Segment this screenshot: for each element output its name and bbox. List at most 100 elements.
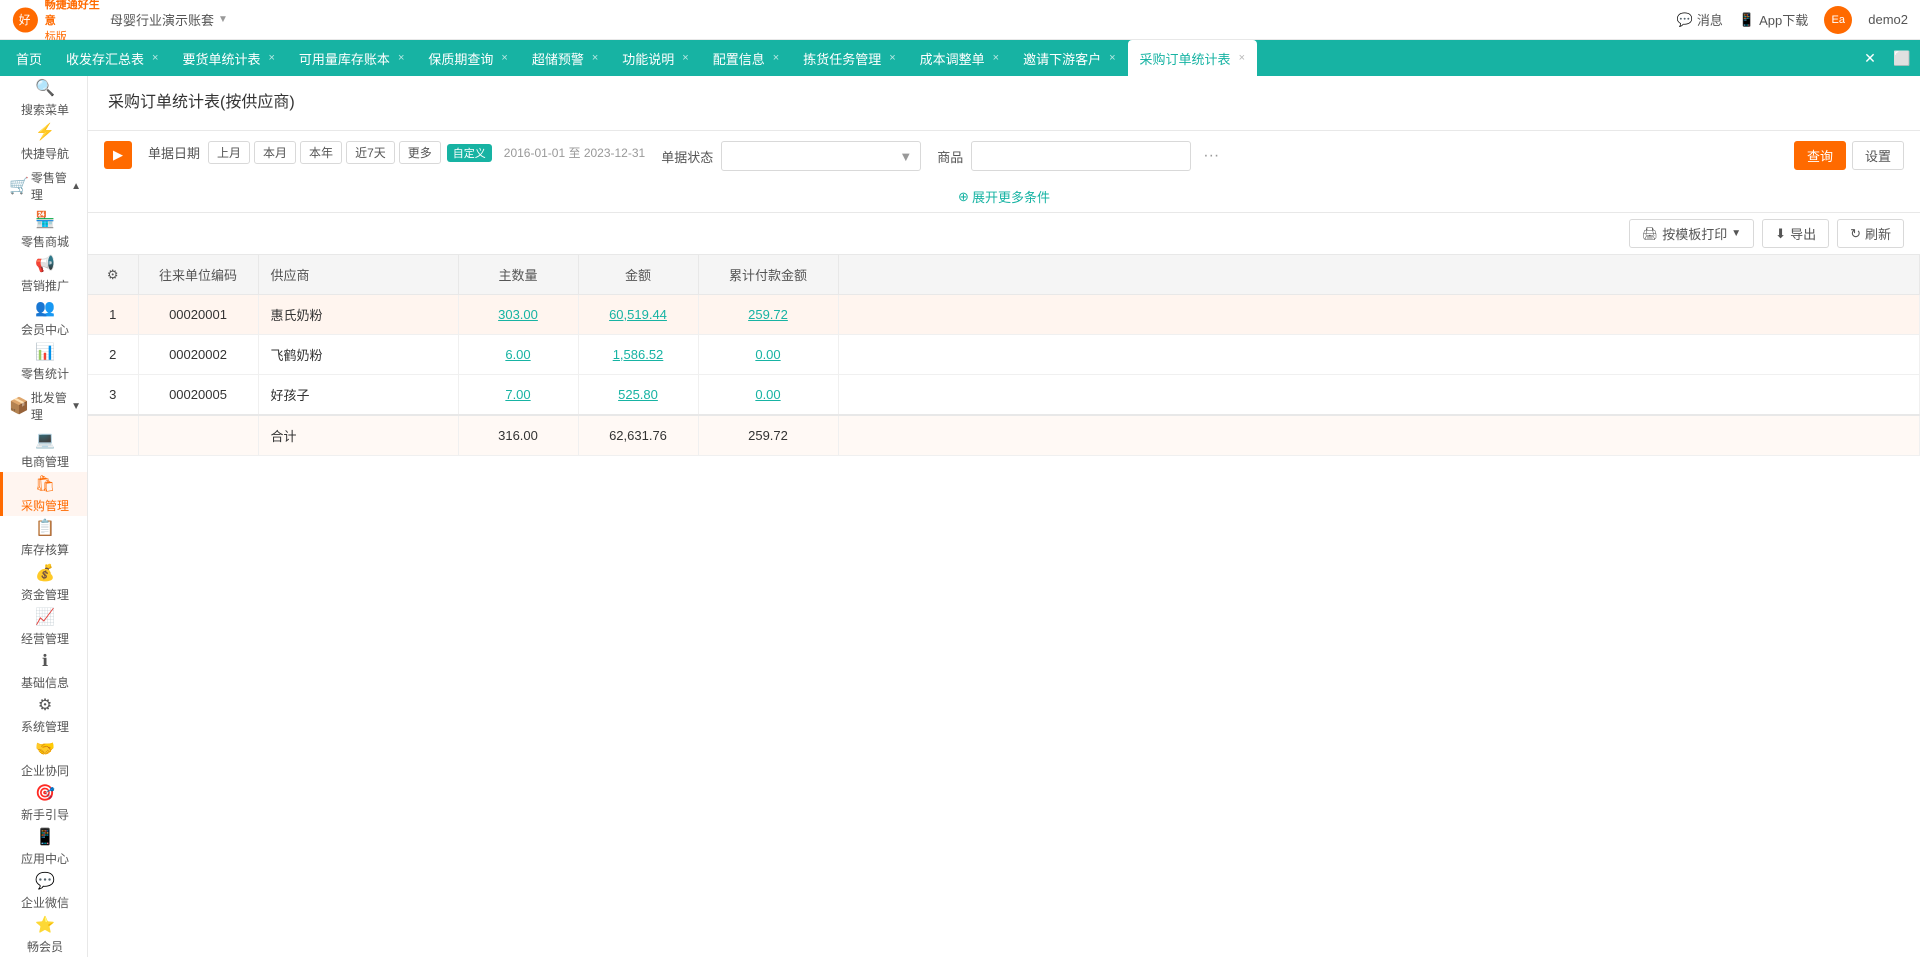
goods-filter-label: 商品	[937, 147, 963, 166]
table-row[interactable]: 1 00020001 惠氏奶粉 303.00 60,519.44 259.72	[88, 295, 1920, 335]
lightning-icon: ⚡	[35, 122, 55, 142]
sidebar-item-purchase[interactable]: 🛍 采购管理	[0, 472, 87, 516]
sidebar-item-vip[interactable]: ⭐ 畅会员	[0, 913, 87, 957]
tab-order-stats[interactable]: 要货单统计表 ×	[170, 40, 286, 76]
tab-config-info[interactable]: 配置信息 ×	[701, 40, 791, 76]
sidebar-item-quick-nav[interactable]: ⚡ 快捷导航	[0, 120, 87, 164]
close-icon[interactable]: ×	[1239, 52, 1245, 64]
close-icon[interactable]: ×	[682, 52, 688, 64]
sidebar-item-search[interactable]: 🔍 搜索菜单	[0, 76, 87, 120]
row-supplier: 好孩子	[258, 375, 458, 416]
table-row[interactable]: 2 00020002 飞鹤奶粉 6.00 1,586.52 0.00	[88, 335, 1920, 375]
filter-toggle-button[interactable]: ▶	[104, 141, 132, 169]
table-row[interactable]: 3 00020005 好孩子 7.00 525.80 0.00	[88, 375, 1920, 416]
sidebar-item-basic-info[interactable]: ℹ 基础信息	[0, 649, 87, 693]
sidebar-item-ecommerce[interactable]: 💻 电商管理	[0, 428, 87, 472]
tab-cost-adjust[interactable]: 成本调整单 ×	[908, 40, 1011, 76]
refresh-button[interactable]: ↻ 刷新	[1837, 219, 1904, 248]
filter-grid: ▶ 单据日期 上月 本月 本年 近7天 更多 自定义 2016-01-01 至 …	[104, 141, 1904, 171]
maximize-button[interactable]: ⬜	[1888, 44, 1916, 72]
tab-receivable-summary[interactable]: 收发存汇总表 ×	[54, 40, 170, 76]
cart-icon: 🛒	[9, 176, 29, 196]
money-icon: 💰	[35, 563, 55, 583]
last-month-button[interactable]: 上月	[208, 141, 250, 164]
row-qty: 303.00	[458, 295, 578, 335]
close-icon[interactable]: ×	[501, 52, 507, 64]
more-date-button[interactable]: 更多	[399, 141, 441, 164]
sidebar-item-wholesale[interactable]: 📦 批发管理 ▼	[0, 384, 87, 428]
expand-more-button[interactable]: ⊕ 展开更多条件	[958, 187, 1050, 206]
chevron-down-icon: ▼	[71, 401, 81, 412]
workspace-selector[interactable]: 母婴行业演示账套 ▼	[110, 10, 1667, 29]
apps-icon: 📱	[35, 827, 55, 847]
status-select[interactable]: ▼	[721, 141, 921, 171]
guide-icon: 🎯	[35, 783, 55, 803]
row-qty: 7.00	[458, 375, 578, 416]
tab-overstock-warning[interactable]: 超储预警 ×	[520, 40, 610, 76]
tab-available-inventory[interactable]: 可用量库存账本 ×	[287, 40, 416, 76]
tab-shelf-life[interactable]: 保质期查询 ×	[416, 40, 519, 76]
close-all-tabs-button[interactable]: ✕	[1856, 44, 1884, 72]
inventory-icon: 📋	[35, 518, 55, 538]
print-button[interactable]: 🖨 按模板打印 ▼	[1629, 219, 1754, 248]
tab-home[interactable]: 首页	[4, 40, 54, 76]
tab-pick-task[interactable]: 拣货任务管理 ×	[791, 40, 907, 76]
star-icon: ⭐	[35, 915, 55, 935]
wechat-icon: 💬	[35, 871, 55, 891]
tab-invite-downstream[interactable]: 邀请下游客户 ×	[1011, 40, 1127, 76]
goods-input[interactable]	[971, 141, 1191, 171]
toolbar: 🖨 按模板打印 ▼ ⬇ 导出 ↻ 刷新	[88, 213, 1920, 255]
custom-date-tag: 自定义	[447, 144, 492, 162]
close-icon[interactable]: ×	[773, 52, 779, 64]
this-month-button[interactable]: 本月	[254, 141, 296, 164]
row-supplier: 飞鹤奶粉	[258, 335, 458, 375]
sidebar-item-app-center[interactable]: 📱 应用中心	[0, 825, 87, 869]
sidebar-item-marketing[interactable]: 📢 营销推广	[0, 252, 87, 296]
table-header-row: ⚙ 往来单位编码 供应商 主数量 金额 累计付款金额	[88, 255, 1920, 295]
row-qty: 6.00	[458, 335, 578, 375]
page-title: 采购订单统计表(按供应商)	[108, 88, 1900, 112]
app-download-button[interactable]: 📱 App下载	[1739, 10, 1808, 29]
footer-extra	[838, 415, 1920, 456]
query-button[interactable]: 查询	[1794, 141, 1846, 170]
this-year-button[interactable]: 本年	[300, 141, 342, 164]
sidebar-item-retail-stats[interactable]: 📊 零售统计	[0, 340, 87, 384]
user-name[interactable]: demo2	[1868, 12, 1908, 27]
tab-purchase-order-stats[interactable]: 采购订单统计表 ×	[1128, 40, 1257, 76]
sidebar-item-enterprise-collab[interactable]: 🤝 企业协同	[0, 737, 87, 781]
close-icon[interactable]: ×	[592, 52, 598, 64]
sidebar-item-member-center[interactable]: 👥 会员中心	[0, 296, 87, 340]
close-icon[interactable]: ×	[268, 52, 274, 64]
sidebar-item-system[interactable]: ⚙ 系统管理	[0, 693, 87, 737]
settings-button[interactable]: 设置	[1852, 141, 1904, 170]
settings-col-header[interactable]: ⚙	[88, 255, 138, 295]
sidebar-item-retail-management[interactable]: 🛒 零售管理 ▲	[0, 164, 87, 208]
avatar: Ea	[1824, 6, 1852, 34]
sidebar-item-inventory[interactable]: 📋 库存核算	[0, 516, 87, 560]
row-amount: 60,519.44	[578, 295, 698, 335]
computer-icon: 💻	[35, 430, 55, 450]
row-amount: 1,586.52	[578, 335, 698, 375]
sidebar-item-retail-shop[interactable]: 🏪 零售商城	[0, 208, 87, 252]
close-icon[interactable]: ×	[398, 52, 404, 64]
sidebar-item-enterprise-wechat[interactable]: 💬 企业微信	[0, 869, 87, 913]
export-button[interactable]: ⬇ 导出	[1762, 219, 1829, 248]
row-supplier: 惠氏奶粉	[258, 295, 458, 335]
refresh-icon: ↻	[1850, 226, 1861, 242]
tab-function-desc[interactable]: 功能说明 ×	[610, 40, 700, 76]
message-button[interactable]: 💬 消息	[1677, 10, 1723, 29]
logo-icon: 好	[12, 4, 39, 36]
close-icon[interactable]: ×	[993, 52, 999, 64]
col-header-amount: 金额	[578, 255, 698, 295]
close-icon[interactable]: ×	[1109, 52, 1115, 64]
chart-icon: 📊	[35, 342, 55, 362]
goods-filter-group: 商品 ···	[937, 141, 1219, 171]
col-header-code: 往来单位编码	[138, 255, 258, 295]
7days-button[interactable]: 近7天	[346, 141, 395, 164]
goods-more-button[interactable]: ···	[1203, 147, 1219, 165]
sidebar-item-operations[interactable]: 📈 经营管理	[0, 605, 87, 649]
close-icon[interactable]: ×	[889, 52, 895, 64]
sidebar-item-finance[interactable]: 💰 资金管理	[0, 561, 87, 605]
close-icon[interactable]: ×	[152, 52, 158, 64]
sidebar-item-new-guide[interactable]: 🎯 新手引导	[0, 781, 87, 825]
